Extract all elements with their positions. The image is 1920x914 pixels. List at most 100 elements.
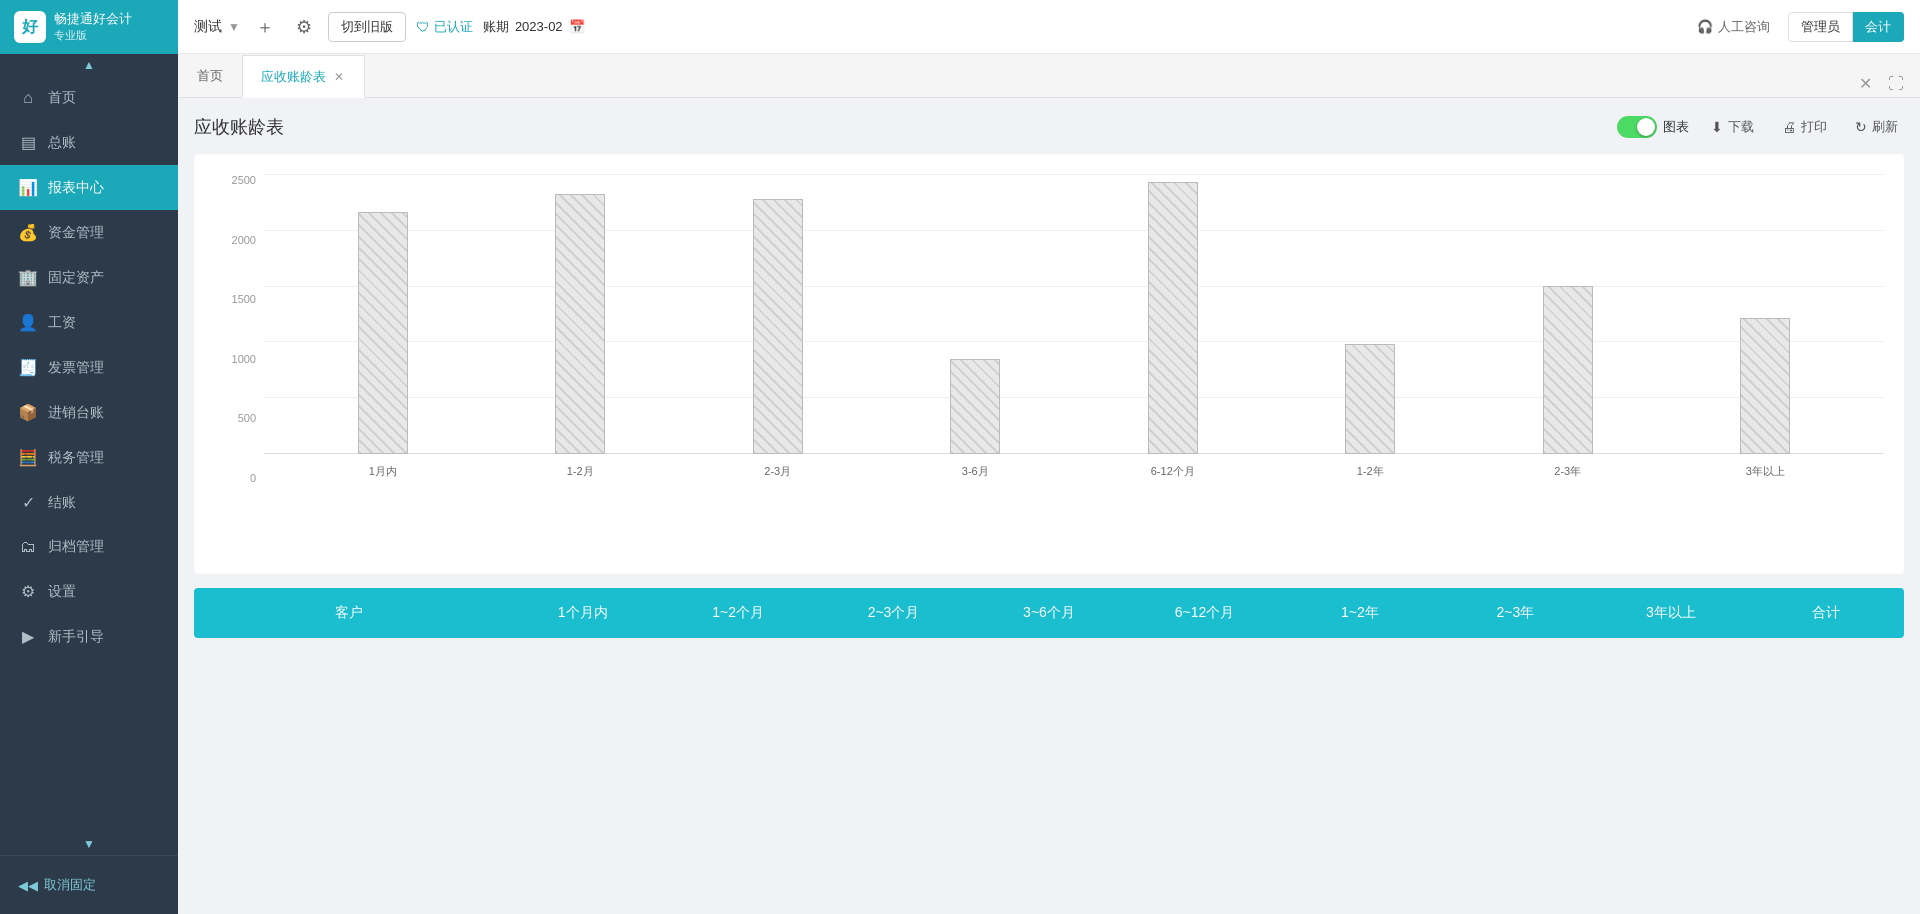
sidebar-item-funds[interactable]: 💰 资金管理 xyxy=(0,210,178,255)
print-button[interactable]: 🖨 打印 xyxy=(1776,114,1833,140)
sidebar-item-closing[interactable]: ✓ 结账 xyxy=(0,480,178,525)
closing-icon: ✓ xyxy=(18,493,38,512)
bar-1-2m: 1-2月 xyxy=(555,194,605,454)
y-label-500: 500 xyxy=(214,412,264,424)
invoice-icon: 🧾 xyxy=(18,358,38,377)
close-panel-button[interactable]: ✕ xyxy=(1855,70,1876,97)
settings-button[interactable]: ⚙ xyxy=(290,12,318,42)
funds-icon: 💰 xyxy=(18,223,38,242)
headset-icon: 🎧 xyxy=(1697,19,1713,34)
col-header-3-6m: 3~6个月 xyxy=(971,588,1126,638)
sidebar-item-archive[interactable]: 🗂 归档管理 xyxy=(0,525,178,569)
bar-6-12m: 6-12个月 xyxy=(1148,182,1198,454)
page-title: 应收账龄表 xyxy=(194,115,284,139)
sidebar-item-inventory[interactable]: 📦 进销台账 xyxy=(0,390,178,435)
tax-icon: 🧮 xyxy=(18,448,38,467)
scroll-down-arrow[interactable]: ▼ xyxy=(0,833,178,855)
project-dropdown-arrow: ▼ xyxy=(228,20,240,34)
y-label-1000: 1000 xyxy=(214,353,264,365)
cancel-fix-button[interactable]: ◀◀ 取消固定 xyxy=(0,866,178,904)
shield-icon: 🛡 xyxy=(416,19,430,35)
download-icon: ⬇ xyxy=(1711,119,1723,135)
home-icon: ⌂ xyxy=(18,89,38,107)
download-button[interactable]: ⬇ 下载 xyxy=(1705,114,1760,140)
sidebar-item-ledger[interactable]: ▤ 总账 xyxy=(0,120,178,165)
scroll-up-arrow[interactable]: ▲ xyxy=(0,54,178,76)
table-header-row: 客户 1个月内 1~2个月 2~3个月 3~6个月 6~12个月 1~2年 2~… xyxy=(194,588,1904,638)
account-period: 账期 2023-02 📅 xyxy=(483,18,585,36)
col-header-1m: 1个月内 xyxy=(505,588,660,638)
bar-3-6m: 3-6月 xyxy=(950,359,1000,454)
top-header: 测试 ▼ ＋ ⚙ 切到旧版 🛡 已认证 账期 2023-02 📅 🎧 人工咨询 … xyxy=(178,0,1920,54)
refresh-button[interactable]: ↻ 刷新 xyxy=(1849,114,1904,140)
bar-group-2-3y: 2-3年 xyxy=(1543,286,1593,454)
tab-close-icon[interactable]: ✕ xyxy=(332,68,346,86)
bar-label-2-3m: 2-3月 xyxy=(764,464,791,479)
tab-aging[interactable]: 应收账龄表 ✕ xyxy=(242,55,365,98)
bar-2-3m: 2-3月 xyxy=(753,199,803,454)
col-header-total: 合计 xyxy=(1749,588,1904,638)
add-button[interactable]: ＋ xyxy=(250,11,280,43)
consult-button[interactable]: 🎧 人工咨询 xyxy=(1689,13,1778,41)
bar-label-1-2m: 1-2月 xyxy=(567,464,594,479)
sidebar-item-newguide[interactable]: ▶ 新手引导 xyxy=(0,614,178,659)
sidebar: 好 畅捷通好会计 专业版 ▲ ⌂ 首页 ▤ 总账 📊 报表中心 💰 资金管理 🏢… xyxy=(0,0,178,914)
expand-panel-button[interactable]: ⛶ xyxy=(1884,71,1908,97)
logo-icon: 好 xyxy=(14,11,46,43)
main-area: 测试 ▼ ＋ ⚙ 切到旧版 🛡 已认证 账期 2023-02 📅 🎧 人工咨询 … xyxy=(178,0,1920,914)
page-actions: 图表 ⬇ 下载 🖨 打印 ↻ 刷新 xyxy=(1617,114,1904,140)
sidebar-item-home[interactable]: ⌂ 首页 xyxy=(0,76,178,120)
project-name-label: 测试 xyxy=(194,18,222,36)
sidebar-item-assets[interactable]: 🏢 固定资产 xyxy=(0,255,178,300)
y-axis: 0 500 1000 1500 2000 2500 xyxy=(214,174,264,484)
project-selector[interactable]: 测试 ▼ xyxy=(194,18,240,36)
bar-group-1-2m: 1-2月 xyxy=(555,194,605,454)
sidebar-item-tax[interactable]: 🧮 税务管理 xyxy=(0,435,178,480)
sidebar-item-settings[interactable]: ⚙ 设置 xyxy=(0,569,178,614)
user-buttons: 管理员 会计 xyxy=(1788,12,1904,42)
bar-group-2-3m: 2-3月 xyxy=(753,199,803,454)
tab-home[interactable]: 首页 xyxy=(178,54,242,97)
chart-toggle-label: 图表 xyxy=(1663,118,1689,136)
sidebar-item-payroll[interactable]: 👤 工资 xyxy=(0,300,178,345)
bar-group-1m: 1月内 xyxy=(358,212,408,454)
y-label-0: 0 xyxy=(214,472,264,484)
ledger-icon: ▤ xyxy=(18,133,38,152)
bar-1m: 1月内 xyxy=(358,212,408,454)
sidebar-nav: ⌂ 首页 ▤ 总账 📊 报表中心 💰 资金管理 🏢 固定资产 👤 工资 🧾 发票… xyxy=(0,76,178,833)
bar-2-3y: 2-3年 xyxy=(1543,286,1593,454)
settings-icon: ⚙ xyxy=(18,582,38,601)
print-icon: 🖨 xyxy=(1782,119,1796,135)
y-label-1500: 1500 xyxy=(214,293,264,305)
page-header: 应收账龄表 图表 ⬇ 下载 🖨 打印 ↻ 刷新 xyxy=(194,114,1904,140)
refresh-icon: ↻ xyxy=(1855,119,1867,135)
col-header-customer: 客户 xyxy=(194,588,505,638)
sidebar-logo: 好 畅捷通好会计 专业版 xyxy=(0,0,178,54)
aging-table: 客户 1个月内 1~2个月 2~3个月 3~6个月 6~12个月 1~2年 2~… xyxy=(194,588,1904,638)
bar-label-6-12m: 6-12个月 xyxy=(1151,464,1195,479)
bar-3y-plus: 3年以上 xyxy=(1740,318,1790,454)
sidebar-item-invoice[interactable]: 🧾 发票管理 xyxy=(0,345,178,390)
col-header-1-2y: 1~2年 xyxy=(1282,588,1437,638)
chart-area-container: 1月内 1-2月 2-3月 xyxy=(264,174,1884,484)
calendar-icon[interactable]: 📅 xyxy=(569,19,585,34)
col-header-6-12m: 6~12个月 xyxy=(1127,588,1282,638)
sidebar-item-reports[interactable]: 📊 报表中心 xyxy=(0,165,178,210)
col-header-2-3y: 2~3年 xyxy=(1438,588,1593,638)
manager-button[interactable]: 管理员 xyxy=(1788,12,1853,42)
chart-toggle-container: 图表 xyxy=(1617,116,1689,138)
chart-toggle[interactable] xyxy=(1617,116,1657,138)
col-header-1-2m: 1~2个月 xyxy=(660,588,815,638)
bar-label-2-3y: 2-3年 xyxy=(1554,464,1581,479)
switch-old-version-button[interactable]: 切到旧版 xyxy=(328,12,406,42)
chart-panel: 0 500 1000 1500 2000 2500 xyxy=(194,154,1904,574)
accountant-button[interactable]: 会计 xyxy=(1853,12,1904,42)
inventory-icon: 📦 xyxy=(18,403,38,422)
y-label-2000: 2000 xyxy=(214,234,264,246)
bar-group-6-12m: 6-12个月 xyxy=(1148,182,1198,454)
bar-group-3y-plus: 3年以上 xyxy=(1740,318,1790,454)
logo-text: 畅捷通好会计 专业版 xyxy=(54,11,132,42)
bar-group-1-2y: 1-2年 xyxy=(1345,344,1395,454)
newguide-icon: ▶ xyxy=(18,627,38,646)
bar-label-3y-plus: 3年以上 xyxy=(1746,464,1785,479)
